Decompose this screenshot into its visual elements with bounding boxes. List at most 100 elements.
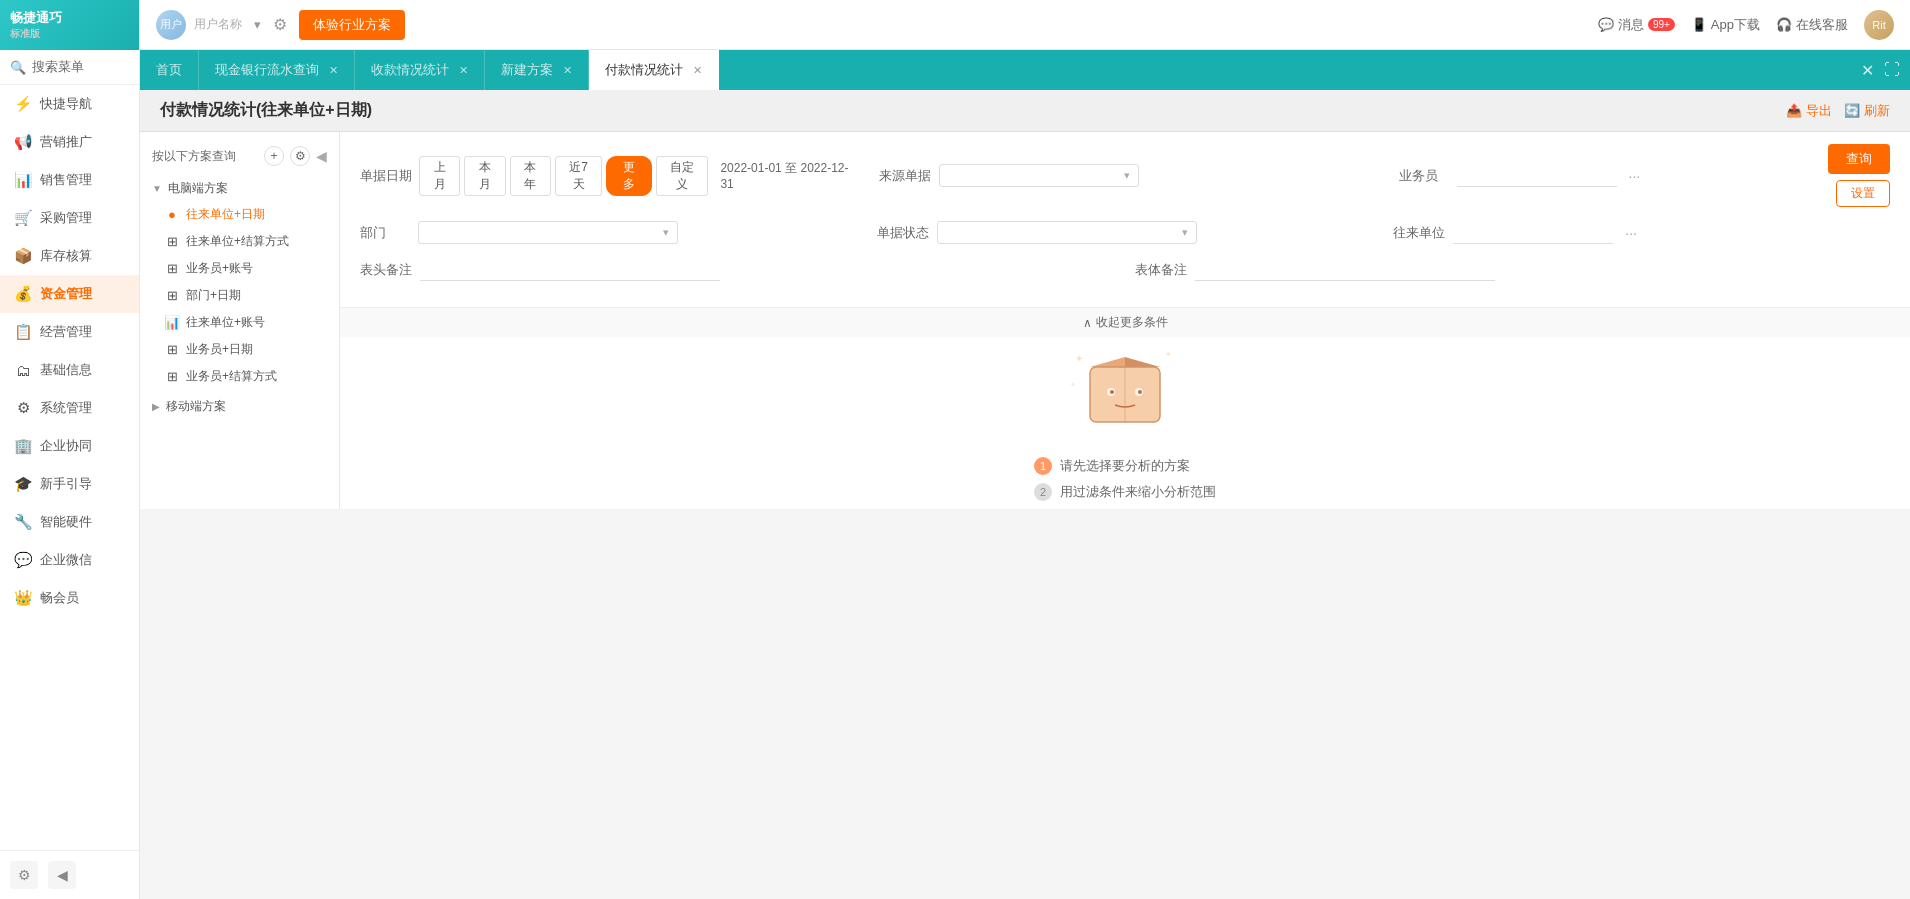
notification-icon: 💬 xyxy=(1598,17,1614,32)
sidebar-item-sales[interactable]: 📊 销售管理 xyxy=(0,161,139,199)
export-label: 导出 xyxy=(1806,102,1832,120)
query-btn[interactable]: 查询 xyxy=(1828,144,1890,174)
header-note-label: 表头备注 xyxy=(360,261,412,279)
scheme-item-label: 业务员+结算方式 xyxy=(186,368,277,385)
date-btn-last-month[interactable]: 上月 xyxy=(419,156,460,196)
notification-btn[interactable]: 💬 消息 99+ xyxy=(1598,16,1675,34)
sidebar-item-basic-info[interactable]: 🗂 基础信息 xyxy=(0,351,139,389)
tab-home[interactable]: 首页 xyxy=(140,50,199,90)
sidebar-item-operations[interactable]: 📋 经营管理 xyxy=(0,313,139,351)
scheme-item-counterpart-date[interactable]: ● 往来单位+日期 xyxy=(140,201,339,228)
counterpart-input[interactable] xyxy=(1453,221,1613,244)
sidebar-item-enterprise[interactable]: 🏢 企业协同 xyxy=(0,427,139,465)
scheme-item-salesperson-settlement[interactable]: ⊞ 业务员+结算方式 xyxy=(140,363,339,390)
sidebar: 畅捷通巧 标准版 🔍 搜索菜单 ⚡ 快捷导航 📢 营销推广 📊 销售管理 🛒 采… xyxy=(0,0,140,899)
tab-collection-stats[interactable]: 收款情况统计 ✕ xyxy=(355,50,485,90)
filter-group-dept: 部门 ▾ xyxy=(360,221,857,244)
sidebar-item-system[interactable]: ⚙ 系统管理 xyxy=(0,389,139,427)
salesperson-input[interactable] xyxy=(1457,164,1617,187)
tab-collection-stats-close[interactable]: ✕ xyxy=(459,64,468,77)
tab-new-scheme-close[interactable]: ✕ xyxy=(563,64,572,77)
filters-area: 单据日期 上月 本月 本年 近7天 更多 自定义 2022-01-01 至 20… xyxy=(340,132,1910,307)
scheme-header-actions: + ⚙ ◀ xyxy=(264,146,327,166)
dept-select[interactable]: ▾ xyxy=(418,221,678,244)
scheme-group-desktop: ▼ 电脑端方案 ● 往来单位+日期 ⊞ 往来单位+结算方式 ⊞ 业务员+账号 xyxy=(140,176,339,390)
user-dropdown-icon[interactable]: ▾ xyxy=(254,17,261,32)
scheme-group-desktop-title[interactable]: ▼ 电脑端方案 xyxy=(140,176,339,201)
app-download-label: App下载 xyxy=(1711,16,1760,34)
scheme-item-counterpart-account[interactable]: 📊 往来单位+账号 xyxy=(140,309,339,336)
scheme-item-salesperson-date[interactable]: ⊞ 业务员+日期 xyxy=(140,336,339,363)
add-scheme-btn[interactable]: + xyxy=(264,146,284,166)
counterpart-ellipsis[interactable]: ··· xyxy=(1621,225,1641,241)
date-btn-this-year[interactable]: 本年 xyxy=(510,156,551,196)
step-num-2: 2 xyxy=(1034,483,1052,501)
sidebar-item-wechat[interactable]: 💬 企业微信 xyxy=(0,541,139,579)
operations-icon: 📋 xyxy=(14,323,32,341)
sidebar-item-guide[interactable]: 🎓 新手引导 xyxy=(0,465,139,503)
sidebar-item-label: 快捷导航 xyxy=(40,95,92,113)
topbar-settings-icon[interactable]: ⚙ xyxy=(273,15,287,34)
sidebar-item-finance[interactable]: 💰 资金管理 xyxy=(0,275,139,313)
scheme-item-dept-date[interactable]: ⊞ 部门+日期 xyxy=(140,282,339,309)
date-btn-more[interactable]: 更多 xyxy=(606,156,651,196)
sidebar-item-marketing[interactable]: 📢 营销推广 xyxy=(0,123,139,161)
logo-text: 畅捷通巧 xyxy=(10,9,62,27)
filter-row-1: 单据日期 上月 本月 本年 近7天 更多 自定义 2022-01-01 至 20… xyxy=(360,144,1890,207)
scheme-settings-btn[interactable]: ⚙ xyxy=(290,146,310,166)
sidebar-item-member[interactable]: 👑 畅会员 xyxy=(0,579,139,617)
salesperson-ellipsis[interactable]: ··· xyxy=(1625,168,1645,184)
close-all-tabs-icon[interactable]: ✕ xyxy=(1861,61,1874,80)
sidebar-item-quick-nav[interactable]: ⚡ 快捷导航 xyxy=(0,85,139,123)
scheme-collapse-btn[interactable]: ◀ xyxy=(316,148,327,164)
sidebar-item-hardware[interactable]: 🔧 智能硬件 xyxy=(0,503,139,541)
refresh-btn[interactable]: 🔄 刷新 xyxy=(1844,102,1890,120)
page-title: 付款情况统计(往来单位+日期) xyxy=(160,100,372,121)
body-note-input[interactable] xyxy=(1195,258,1495,281)
header-note-input[interactable] xyxy=(420,258,720,281)
voucher-status-select[interactable]: ▾ xyxy=(937,221,1197,244)
scheme-icon-2: ⊞ xyxy=(164,261,180,277)
sidebar-item-purchase[interactable]: 🛒 采购管理 xyxy=(0,199,139,237)
tab-payment-stats[interactable]: 付款情况统计 ✕ xyxy=(589,50,719,90)
sidebar-item-label: 营销推广 xyxy=(40,133,92,151)
page-header: 付款情况统计(往来单位+日期) 📤 导出 🔄 刷新 xyxy=(140,90,1910,132)
main-area: 用户 用户名称 ▾ ⚙ 体验行业方案 💬 消息 99+ 📱 App下载 🎧 在线… xyxy=(140,0,1910,899)
finance-icon: 💰 xyxy=(14,285,32,303)
export-btn[interactable]: 📤 导出 xyxy=(1786,102,1832,120)
trial-btn[interactable]: 体验行业方案 xyxy=(299,10,405,40)
expand-tabs-icon[interactable]: ⛶ xyxy=(1884,61,1900,79)
tab-new-scheme[interactable]: 新建方案 ✕ xyxy=(485,50,589,90)
collapse-more-btn[interactable]: ∧ 收起更多条件 xyxy=(340,307,1910,337)
tab-bank-flow-close[interactable]: ✕ xyxy=(329,64,338,77)
date-btns: 上月 本月 本年 近7天 更多 自定义 xyxy=(419,156,708,196)
sidebar-item-inventory[interactable]: 📦 库存核算 xyxy=(0,237,139,275)
date-btn-custom[interactable]: 自定义 xyxy=(656,156,709,196)
source-voucher-select[interactable]: ▾ xyxy=(939,164,1139,187)
wechat-icon: 💬 xyxy=(14,551,32,569)
sidebar-header: 畅捷通巧 标准版 xyxy=(0,0,139,50)
content-area: 付款情况统计(往来单位+日期) 📤 导出 🔄 刷新 按以下方案查询 + xyxy=(140,90,1910,899)
scheme-icon-1: ⊞ xyxy=(164,234,180,250)
scheme-item-salesperson-account[interactable]: ⊞ 业务员+账号 xyxy=(140,255,339,282)
tab-bank-flow[interactable]: 现金银行流水查询 ✕ xyxy=(199,50,355,90)
sidebar-item-label: 销售管理 xyxy=(40,171,92,189)
svg-text:✦: ✦ xyxy=(1075,353,1083,364)
date-btn-7days[interactable]: 近7天 xyxy=(555,156,603,196)
tab-payment-stats-close[interactable]: ✕ xyxy=(693,64,702,77)
sidebar-settings-btn[interactable]: ⚙ xyxy=(10,861,38,889)
scheme-item-counterpart-settlement[interactable]: ⊞ 往来单位+结算方式 xyxy=(140,228,339,255)
topbar-avatar[interactable]: Rit xyxy=(1864,10,1894,40)
empty-steps: 1 请先选择要分析的方案 2 用过滤条件来缩小分析范围 xyxy=(1034,457,1216,509)
filter-row-3: 表头备注 表体备注 xyxy=(360,258,1890,281)
sidebar-collapse-btn[interactable]: ◀ xyxy=(48,861,76,889)
inventory-icon: 📦 xyxy=(14,247,32,265)
search-menu[interactable]: 🔍 搜索菜单 xyxy=(0,50,139,85)
settings-btn[interactable]: 设置 xyxy=(1836,180,1890,207)
app-download-btn[interactable]: 📱 App下载 xyxy=(1691,16,1760,34)
date-btn-this-month[interactable]: 本月 xyxy=(464,156,505,196)
filter-group-body-note: 表体备注 xyxy=(1135,258,1890,281)
online-service-btn[interactable]: 🎧 在线客服 xyxy=(1776,16,1848,34)
scheme-group-mobile-title[interactable]: ▶ 移动端方案 xyxy=(140,394,339,419)
filter-group-voucher-status: 单据状态 ▾ xyxy=(877,221,1374,244)
